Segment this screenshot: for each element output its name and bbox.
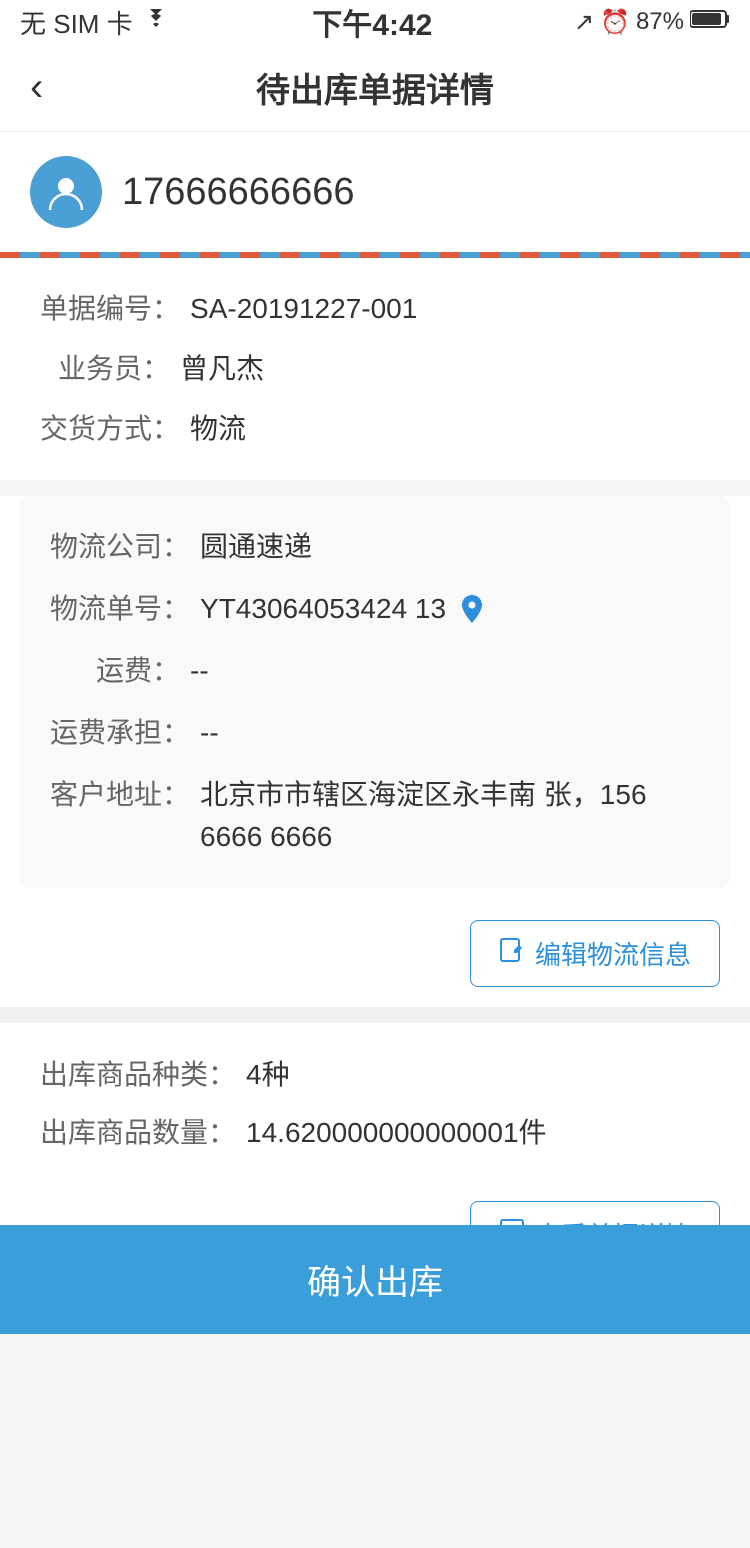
goods-quantity-row: 出库商品数量： 14.620000000000001件 bbox=[40, 1111, 710, 1151]
page-title: 待出库单据详情 bbox=[256, 63, 494, 112]
goods-types-value: 4种 bbox=[246, 1053, 290, 1093]
battery-icon bbox=[690, 8, 730, 36]
goods-types-label: 出库商品种类： bbox=[40, 1053, 236, 1093]
status-time: 下午4:42 bbox=[312, 0, 432, 44]
freight-bear-row: 运费承担： -- bbox=[50, 712, 700, 754]
logistics-tracking-label: 物流单号： bbox=[50, 588, 190, 630]
logistics-company-value: 圆通速递 bbox=[200, 526, 700, 568]
wifi-icon bbox=[141, 7, 171, 38]
customer-header: 17666666666 bbox=[0, 132, 750, 252]
signal-text: 无 SIM 卡 bbox=[20, 4, 133, 41]
goods-quantity-label: 出库商品数量： bbox=[40, 1111, 236, 1151]
freight-bear-label: 运费承担： bbox=[50, 712, 190, 754]
goods-summary-section: 出库商品种类： 4种 出库商品数量： 14.620000000000001件 bbox=[0, 1023, 750, 1181]
status-left: 无 SIM 卡 bbox=[20, 4, 171, 41]
edit-icon bbox=[499, 937, 525, 970]
edit-logistics-btn-area: 编辑物流信息 bbox=[0, 904, 750, 1007]
confirm-outbound-button[interactable]: 确认出库 bbox=[0, 1225, 750, 1334]
logistics-company-label: 物流公司： bbox=[50, 526, 190, 568]
doc-no-row: 单据编号： SA-20191227-001 bbox=[40, 288, 710, 330]
edit-logistics-button[interactable]: 编辑物流信息 bbox=[470, 920, 720, 987]
address-label: 客户地址： bbox=[50, 774, 190, 816]
logistics-tracking-value: YT43064053424 13 bbox=[200, 588, 700, 630]
battery-text: 87% bbox=[636, 8, 684, 36]
freight-value: -- bbox=[190, 650, 700, 692]
goods-types-row: 出库商品种类： 4种 bbox=[40, 1053, 710, 1093]
alarm-icon: ⏰ bbox=[600, 8, 630, 37]
logistics-tracking-row: 物流单号： YT43064053424 13 bbox=[50, 588, 700, 630]
map-pin-icon[interactable] bbox=[456, 593, 488, 625]
address-row: 客户地址： 北京市市辖区海淀区永丰南 张，156 6666 6666 bbox=[50, 774, 700, 858]
status-right: ↗ ⏰ 87% bbox=[574, 8, 730, 37]
logistics-company-row: 物流公司： 圆通速递 bbox=[50, 526, 700, 568]
freight-label: 运费： bbox=[50, 650, 180, 692]
location-status-icon: ↗ bbox=[574, 8, 594, 37]
logistics-section: 物流公司： 圆通速递 物流单号： YT43064053424 13 运费： -- bbox=[20, 496, 730, 888]
edit-logistics-label: 编辑物流信息 bbox=[535, 935, 691, 972]
back-button[interactable]: ‹ bbox=[30, 65, 43, 110]
delivery-label: 交货方式： bbox=[40, 408, 180, 450]
delivery-row: 交货方式： 物流 bbox=[40, 408, 710, 450]
freight-bear-value: -- bbox=[200, 712, 700, 754]
goods-quantity-value: 14.620000000000001件 bbox=[246, 1111, 547, 1151]
doc-no-value: SA-20191227-001 bbox=[190, 288, 710, 330]
nav-bar: ‹ 待出库单据详情 bbox=[0, 44, 750, 132]
salesman-label: 业务员： bbox=[40, 348, 170, 390]
doc-no-label: 单据编号： bbox=[40, 288, 180, 330]
address-value: 北京市市辖区海淀区永丰南 张，156 6666 6666 bbox=[200, 774, 700, 858]
freight-row: 运费： -- bbox=[50, 650, 700, 692]
document-info-section: 单据编号： SA-20191227-001 业务员： 曾凡杰 交货方式： 物流 bbox=[0, 258, 750, 480]
status-bar: 无 SIM 卡 下午4:42 ↗ ⏰ 87% bbox=[0, 0, 750, 44]
section-divider bbox=[0, 1007, 750, 1023]
customer-phone: 17666666666 bbox=[122, 171, 354, 214]
delivery-value: 物流 bbox=[190, 408, 710, 450]
salesman-value: 曾凡杰 bbox=[180, 348, 710, 390]
confirm-btn-label: 确认出库 bbox=[307, 1255, 443, 1304]
salesman-row: 业务员： 曾凡杰 bbox=[40, 348, 710, 390]
avatar bbox=[30, 156, 102, 228]
